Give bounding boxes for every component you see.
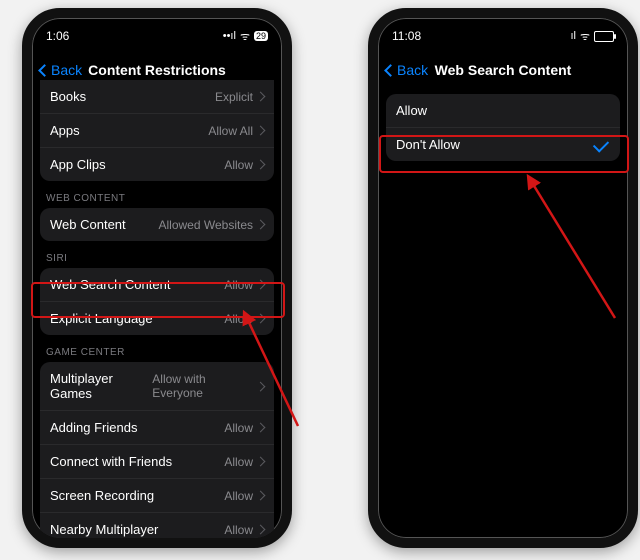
row-label: Web Search Content — [50, 277, 170, 292]
row-web-content[interactable]: Web Content Allowed Websites — [40, 208, 274, 241]
chevron-right-icon — [256, 126, 266, 136]
row-value: Allow — [224, 455, 253, 469]
signal-icon: ••ıl — [223, 30, 236, 42]
row-label: Nearby Multiplayer — [50, 522, 158, 537]
status-time: 11:08 — [392, 29, 421, 43]
annotation-arrow-2 — [520, 168, 630, 328]
signal-icon: ıl — [570, 30, 576, 42]
row-label: Screen Recording — [50, 488, 154, 503]
row-value: Allow — [224, 158, 253, 172]
group-media: Books Explicit Apps Allow All App Clips … — [40, 80, 274, 181]
row-screen-recording[interactable]: Screen Recording Allow — [40, 478, 274, 512]
section-web-content: WEB CONTENT — [32, 181, 282, 208]
status-indicators: ••ıl ᯤ 29 — [223, 29, 268, 44]
row-books[interactable]: Books Explicit — [40, 80, 274, 113]
wifi-icon: ᯤ — [580, 29, 590, 44]
battery-icon — [594, 31, 614, 42]
back-label: Back — [51, 62, 82, 78]
row-nearby-multiplayer[interactable]: Nearby Multiplayer Allow — [40, 512, 274, 538]
row-label: Allow — [396, 103, 427, 118]
chevron-right-icon — [256, 525, 266, 535]
row-label: Apps — [50, 123, 80, 138]
row-allow[interactable]: Allow — [386, 94, 620, 127]
row-label: Multiplayer Games — [50, 371, 152, 401]
row-web-search-content[interactable]: Web Search Content Allow — [40, 268, 274, 301]
row-value: Allowed Websites — [159, 218, 254, 232]
row-label: Books — [50, 89, 86, 104]
back-button[interactable]: Back — [386, 62, 428, 78]
chevron-right-icon — [256, 457, 266, 467]
chevron-right-icon — [256, 92, 266, 102]
group-options: Allow Don't Allow — [386, 94, 620, 161]
row-value: Explicit — [215, 90, 253, 104]
chevron-right-icon — [256, 220, 266, 230]
dynamic-island — [120, 24, 194, 44]
row-value: Allow — [224, 523, 253, 537]
row-value: Allow — [224, 278, 253, 292]
dynamic-island — [473, 22, 533, 38]
chevron-right-icon — [256, 160, 266, 170]
row-label: Web Content — [50, 217, 126, 232]
chevron-left-icon — [38, 64, 51, 77]
group-web: Web Content Allowed Websites — [40, 208, 274, 241]
row-label: Connect with Friends — [50, 454, 172, 469]
chevron-right-icon — [256, 280, 266, 290]
chevron-left-icon — [384, 64, 397, 77]
row-label: Don't Allow — [396, 137, 460, 152]
row-connect-friends[interactable]: Connect with Friends Allow — [40, 444, 274, 478]
back-label: Back — [397, 62, 428, 78]
row-dont-allow[interactable]: Don't Allow — [386, 127, 620, 161]
back-button[interactable]: Back — [40, 62, 82, 78]
row-app-clips[interactable]: App Clips Allow — [40, 147, 274, 181]
checkmark-icon — [593, 136, 609, 152]
row-label: Adding Friends — [50, 420, 137, 435]
annotation-arrow-1 — [238, 306, 318, 436]
phone-left: 1:06 ••ıl ᯤ 29 Back Content Restrictions… — [22, 8, 292, 548]
row-label: Explicit Language — [50, 311, 153, 326]
wifi-icon: ᯤ — [240, 29, 250, 44]
battery-badge: 29 — [254, 31, 268, 41]
section-siri: SIRI — [32, 241, 282, 268]
status-time: 1:06 — [46, 29, 69, 43]
row-apps[interactable]: Apps Allow All — [40, 113, 274, 147]
chevron-right-icon — [256, 491, 266, 501]
row-value: Allow All — [208, 124, 253, 138]
row-value: Allow — [224, 489, 253, 503]
row-label: App Clips — [50, 157, 106, 172]
status-indicators: ıl ᯤ — [570, 29, 614, 44]
